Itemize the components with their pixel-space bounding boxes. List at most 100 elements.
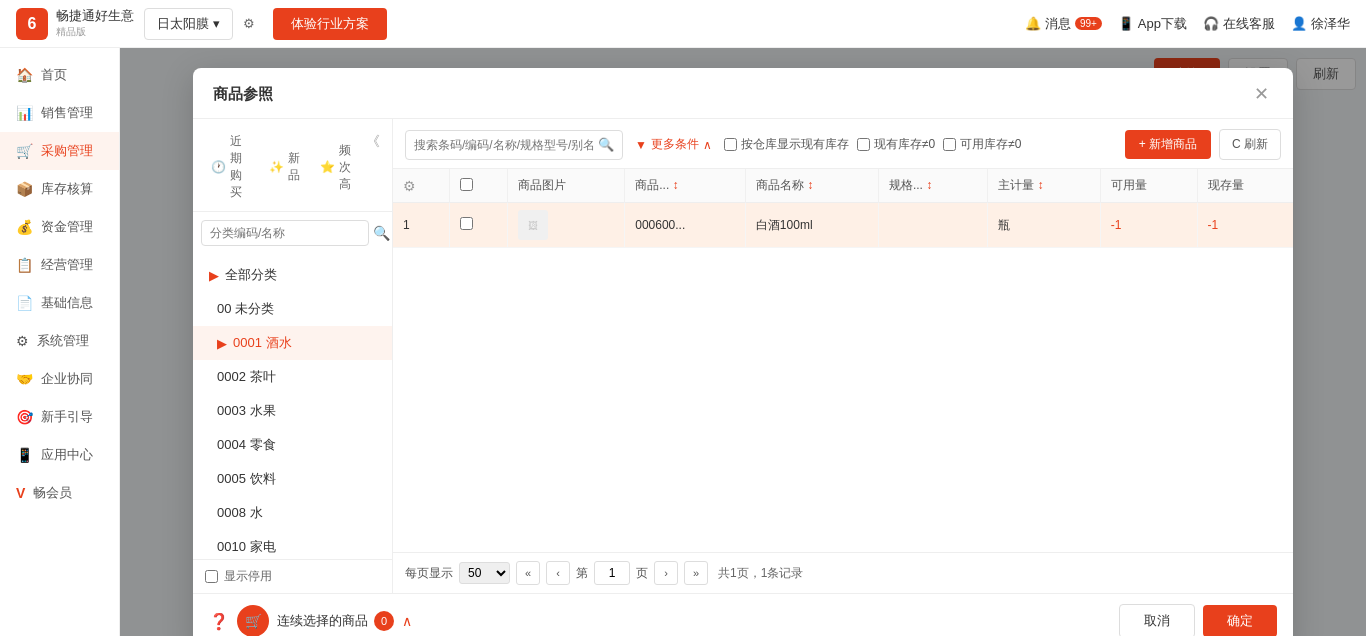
- product-search-bar: 🔍: [405, 130, 623, 160]
- left-panel: 🕐 近期购买 ✨ 新品 ⭐ 频次高 《: [193, 119, 393, 593]
- refresh-table-button[interactable]: C 刷新: [1219, 129, 1281, 160]
- sidebar-item-member[interactable]: V 畅会员: [0, 474, 119, 512]
- th-unit: 主计量 ↕: [988, 169, 1101, 203]
- online-service[interactable]: 🎧 在线客服: [1203, 15, 1275, 33]
- filter-usable-checkbox[interactable]: [943, 138, 956, 151]
- category-item-0002[interactable]: 0002 茶叶: [193, 360, 392, 394]
- bell-icon: 🔔: [1025, 16, 1041, 31]
- logo-icon: 6: [16, 8, 48, 40]
- product-table: ⚙ 商品图片 商品... ↕ 商品名称 ↕ 规格... ↕: [393, 169, 1293, 248]
- gear-button[interactable]: ⚙: [233, 8, 265, 40]
- exp-button[interactable]: 体验行业方案: [273, 8, 387, 40]
- td-stock: -1: [1197, 203, 1293, 248]
- help-icon[interactable]: ❓: [209, 612, 229, 631]
- category-search-input[interactable]: [201, 220, 369, 246]
- product-thumbnail: 🖼: [518, 210, 548, 240]
- modal-body: 🕐 近期购买 ✨ 新品 ⭐ 频次高 《: [193, 119, 1293, 593]
- top-nav: 6 畅捷通好生意 精品版 日太阳膜 ▾ ⚙ 体验行业方案 🔔 消息 99+ 📱 …: [0, 0, 1366, 48]
- category-item-0003[interactable]: 0003 水果: [193, 394, 392, 428]
- prev-page-button[interactable]: ‹: [546, 561, 570, 585]
- brand-name: 畅捷通好生意: [56, 8, 134, 25]
- continuous-select-label: 连续选择的商品: [277, 612, 368, 630]
- sidebar-item-guide[interactable]: 🎯 新手引导: [0, 398, 119, 436]
- sidebar-item-business[interactable]: 📋 经营管理: [0, 246, 119, 284]
- sidebar-item-label: 新手引导: [41, 408, 93, 426]
- category-item-all[interactable]: ▶ 全部分类: [193, 258, 392, 292]
- tab-recent[interactable]: 🕐 近期购买: [201, 127, 259, 207]
- table-toolbar: 🔍 ▼ 更多条件 ∧ 按仓库显示现有库存: [393, 119, 1293, 169]
- category-item-0010[interactable]: 0010 家电: [193, 530, 392, 559]
- category-item-0005[interactable]: 0005 饮料: [193, 462, 392, 496]
- show-disabled-checkbox[interactable]: [205, 570, 218, 583]
- category-item-00[interactable]: 00 未分类: [193, 292, 392, 326]
- show-disabled-area: 显示停用: [193, 559, 392, 593]
- sidebar-item-purchase[interactable]: 🛒 采购管理: [0, 132, 119, 170]
- sidebar-item-finance[interactable]: 💰 资金管理: [0, 208, 119, 246]
- category-label: 全部分类: [225, 266, 277, 284]
- th-code: 商品... ↕: [625, 169, 746, 203]
- add-product-button[interactable]: + 新增商品: [1125, 130, 1211, 159]
- new-icon: ✨: [269, 160, 284, 174]
- first-page-button[interactable]: «: [516, 561, 540, 585]
- inventory-icon: 📦: [16, 181, 33, 197]
- filter-warehouse-checkbox[interactable]: [724, 138, 737, 151]
- sidebar-item-label: 经营管理: [41, 256, 93, 274]
- selected-count-badge: 0: [374, 611, 394, 631]
- cancel-button[interactable]: 取消: [1119, 604, 1195, 636]
- product-search-input[interactable]: [414, 138, 594, 152]
- tab-frequent[interactable]: ⭐ 频次高: [310, 127, 362, 207]
- category-search-button[interactable]: 🔍: [373, 225, 390, 241]
- tab-new[interactable]: ✨ 新品: [259, 127, 310, 207]
- business-icon: 📋: [16, 257, 33, 273]
- select-all-checkbox[interactable]: [460, 178, 473, 191]
- modal-close-button[interactable]: ✕: [1249, 82, 1273, 106]
- sidebar-item-home[interactable]: 🏠 首页: [0, 56, 119, 94]
- category-label: 0008 水: [217, 504, 263, 522]
- sidebar-item-inventory[interactable]: 📦 库存核算: [0, 170, 119, 208]
- table-row[interactable]: 1 🖼: [393, 203, 1293, 248]
- sidebar-item-system[interactable]: ⚙ 系统管理: [0, 322, 119, 360]
- sidebar-item-sales[interactable]: 📊 销售管理: [0, 94, 119, 132]
- category-item-0001[interactable]: ▶ 0001 酒水: [193, 326, 392, 360]
- sidebar-item-basic[interactable]: 📄 基础信息: [0, 284, 119, 322]
- notifications[interactable]: 🔔 消息 99+: [1025, 15, 1102, 33]
- th-checkbox: [450, 169, 508, 203]
- guide-icon: 🎯: [16, 409, 33, 425]
- page-number-input[interactable]: [594, 561, 630, 585]
- brand-sub: 精品版: [56, 25, 134, 39]
- th-name: 商品名称 ↕: [745, 169, 878, 203]
- column-settings-icon[interactable]: ⚙: [403, 178, 416, 194]
- search-icon: 🔍: [598, 137, 614, 152]
- right-panel: 🔍 ▼ 更多条件 ∧ 按仓库显示现有库存: [393, 119, 1293, 593]
- more-filter-button[interactable]: ▼ 更多条件 ∧: [631, 136, 716, 153]
- sidebar-item-apps[interactable]: 📱 应用中心: [0, 436, 119, 474]
- app-download-label: App下载: [1138, 15, 1187, 33]
- next-page-button[interactable]: ›: [654, 561, 678, 585]
- sales-icon: 📊: [16, 105, 33, 121]
- row-checkbox[interactable]: [460, 217, 473, 230]
- system-icon: ⚙: [16, 333, 29, 349]
- last-page-button[interactable]: »: [684, 561, 708, 585]
- user-profile[interactable]: 👤 徐泽华: [1291, 15, 1350, 33]
- sidebar-item-collab[interactable]: 🤝 企业协同: [0, 360, 119, 398]
- filter-available-checkbox[interactable]: [857, 138, 870, 151]
- category-search-area: 🔍: [193, 212, 392, 254]
- logo-area: 6 畅捷通好生意 精品版: [16, 8, 136, 40]
- category-item-0004[interactable]: 0004 零食: [193, 428, 392, 462]
- filter-usable-ne0[interactable]: 可用库存≠0: [943, 136, 1021, 153]
- per-page-select[interactable]: 50 20 100: [459, 562, 510, 584]
- star-icon: ⭐: [320, 160, 335, 174]
- confirm-button[interactable]: 确定: [1203, 605, 1277, 636]
- category-label: 0010 家电: [217, 538, 276, 556]
- category-label: 0005 饮料: [217, 470, 276, 488]
- purchase-icon: 🛒: [16, 143, 33, 159]
- collapse-left-button[interactable]: 《: [362, 127, 384, 207]
- cart-button[interactable]: 🛒: [237, 605, 269, 636]
- app-download[interactable]: 📱 App下载: [1118, 15, 1187, 33]
- notifications-badge: 99+: [1075, 17, 1102, 30]
- filter-available-ne0[interactable]: 现有库存≠0: [857, 136, 935, 153]
- nav-selector[interactable]: 日太阳膜 ▾: [144, 8, 233, 40]
- filter-by-warehouse[interactable]: 按仓库显示现有库存: [724, 136, 849, 153]
- collapse-footer-icon[interactable]: ∧: [402, 613, 412, 629]
- category-item-0008[interactable]: 0008 水: [193, 496, 392, 530]
